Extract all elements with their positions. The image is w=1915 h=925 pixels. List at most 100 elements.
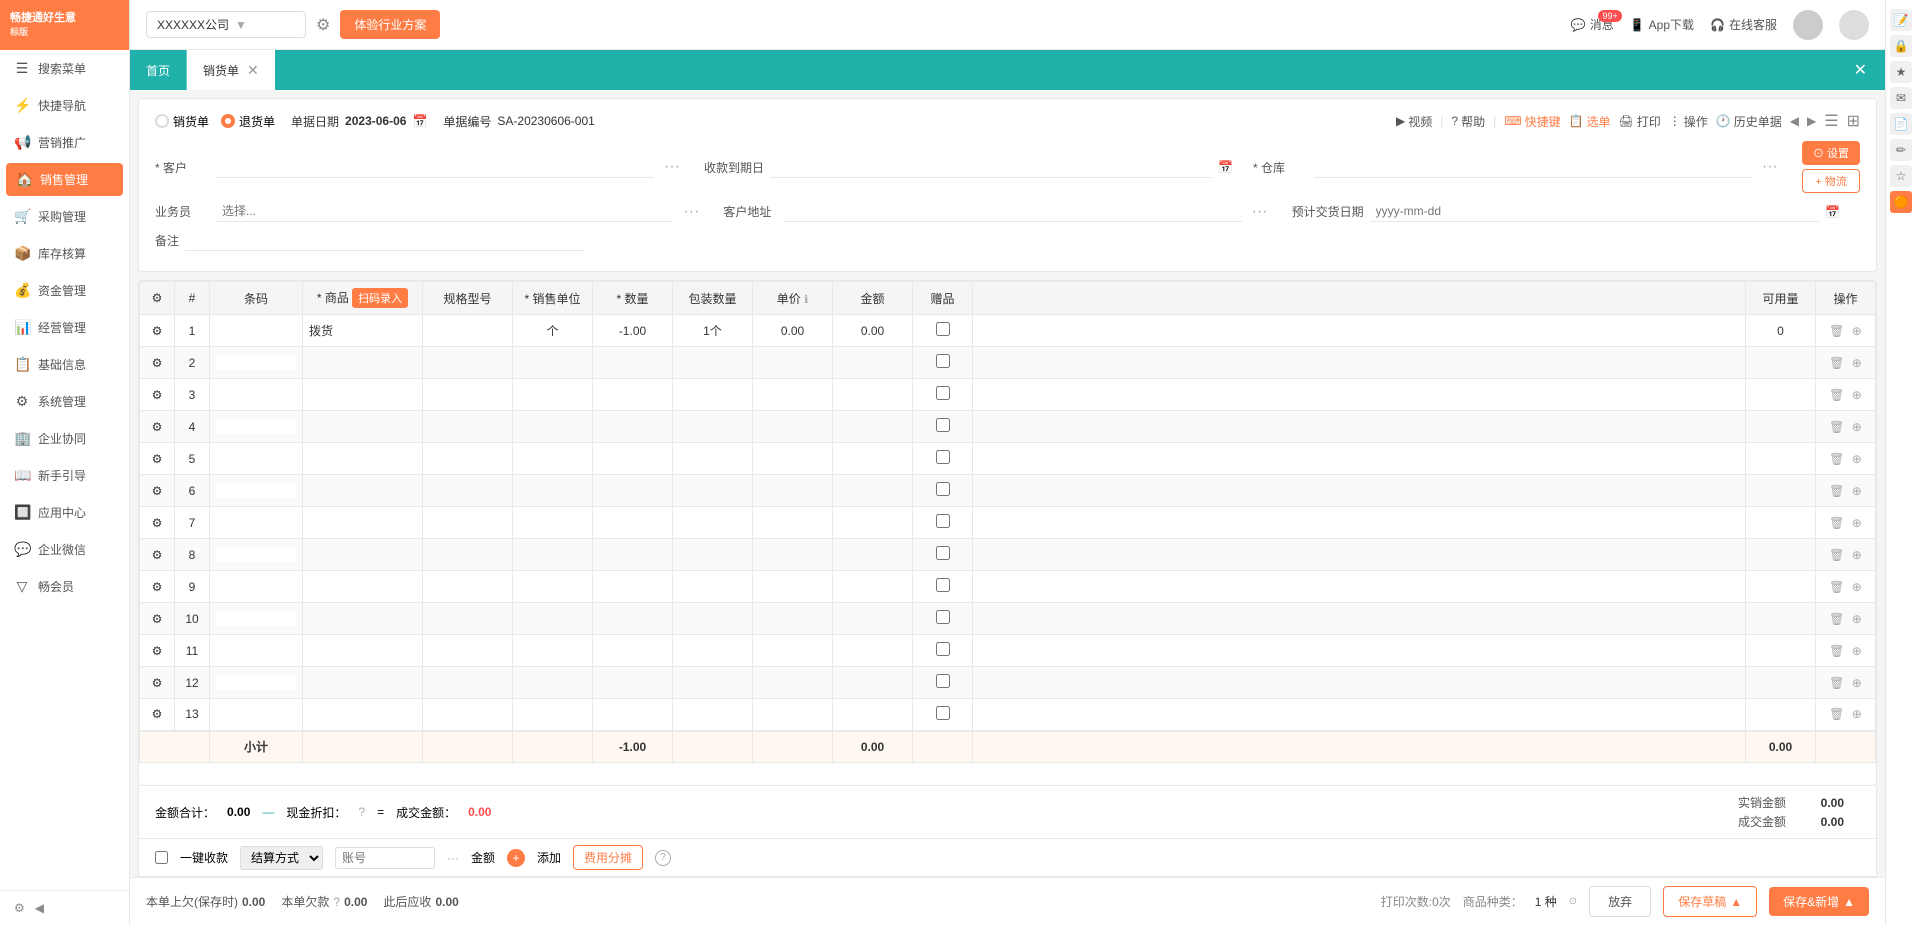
- row-gift-1[interactable]: [913, 315, 973, 347]
- sidebar-item-enterprise[interactable]: 🏢 企业协同: [0, 420, 129, 457]
- copy-icon-8[interactable]: ⊕: [1852, 548, 1862, 562]
- row-gift-4[interactable]: [913, 411, 973, 443]
- row-qty-7[interactable]: [593, 507, 673, 539]
- row-price-7[interactable]: [753, 507, 833, 539]
- row-amount-3[interactable]: [833, 379, 913, 411]
- delete-icon-3[interactable]: 🗑: [1829, 388, 1844, 402]
- row-unit-5[interactable]: [513, 443, 593, 475]
- row-settings-4[interactable]: ⚙: [140, 411, 175, 443]
- row-price-2[interactable]: [753, 347, 833, 379]
- sidebar-item-system[interactable]: ⚙ 系统管理: [0, 383, 129, 420]
- row-barcode-11[interactable]: [210, 635, 303, 667]
- row-gift-9[interactable]: [913, 571, 973, 603]
- row-ops-5[interactable]: 🗑 ⊕: [1816, 443, 1876, 475]
- th-settings[interactable]: ⚙: [140, 282, 175, 315]
- sidebar-item-inventory[interactable]: 📦 库存核算: [0, 235, 129, 272]
- row-unit-7[interactable]: [513, 507, 593, 539]
- radio-return[interactable]: 退货单: [221, 113, 275, 130]
- settings-button[interactable]: ⊙ 设置: [1802, 141, 1860, 165]
- delete-icon-9[interactable]: 🗑: [1829, 580, 1844, 594]
- row-remark-1[interactable]: [973, 315, 1746, 347]
- sidebar-item-finance[interactable]: 💰 资金管理: [0, 272, 129, 309]
- row-remark-7[interactable]: [973, 507, 1746, 539]
- row-spec-9[interactable]: [423, 571, 513, 603]
- row-pkg-9[interactable]: [673, 571, 753, 603]
- row-qty-2[interactable]: [593, 347, 673, 379]
- row-spec-2[interactable]: [423, 347, 513, 379]
- row-barcode-7[interactable]: [210, 507, 303, 539]
- delete-icon-11[interactable]: 🗑: [1829, 644, 1844, 658]
- row-unit-6[interactable]: [513, 475, 593, 507]
- view-grid-icon[interactable]: ⊞: [1847, 111, 1860, 131]
- row-settings-2[interactable]: ⚙: [140, 347, 175, 379]
- sidebar-item-operations[interactable]: 📊 经营管理: [0, 309, 129, 346]
- row-remark-6[interactable]: [973, 475, 1746, 507]
- copy-icon-6[interactable]: ⊕: [1852, 484, 1862, 498]
- row-barcode-10[interactable]: [210, 603, 303, 635]
- row-settings-12[interactable]: ⚙: [140, 667, 175, 699]
- row-goods-3[interactable]: [303, 379, 423, 411]
- row-barcode-1[interactable]: [210, 315, 303, 347]
- row-unit-10[interactable]: [513, 603, 593, 635]
- customer-addr-input[interactable]: [784, 201, 1241, 222]
- row-gift-7[interactable]: [913, 507, 973, 539]
- sidebar-item-purchase[interactable]: 🛒 采购管理: [0, 198, 129, 235]
- row-ops-7[interactable]: 🗑 ⊕: [1816, 507, 1876, 539]
- row-unit-3[interactable]: [513, 379, 593, 411]
- row-qty-8[interactable]: [593, 539, 673, 571]
- row-remark-2[interactable]: [973, 347, 1746, 379]
- row-ops-10[interactable]: 🗑 ⊕: [1816, 603, 1876, 635]
- row-goods-4[interactable]: [303, 411, 423, 443]
- one-click-checkbox[interactable]: [155, 851, 168, 864]
- notes-input[interactable]: [185, 230, 585, 251]
- sidebar-settings-icon[interactable]: ⚙: [14, 901, 25, 915]
- warehouse-input[interactable]: 建材仓: [1314, 157, 1752, 178]
- row-price-12[interactable]: [753, 667, 833, 699]
- tabbar-close-icon[interactable]: ✕: [1846, 60, 1875, 80]
- row-ops-4[interactable]: 🗑 ⊕: [1816, 411, 1876, 443]
- avatar2[interactable]: [1839, 10, 1869, 40]
- row-amount-2[interactable]: [833, 347, 913, 379]
- delete-icon-4[interactable]: 🗑: [1829, 420, 1844, 434]
- row-amount-5[interactable]: [833, 443, 913, 475]
- row-spec-4[interactable]: [423, 411, 513, 443]
- logistics-button[interactable]: + 物流: [1802, 169, 1860, 193]
- copy-icon-7[interactable]: ⊕: [1852, 516, 1862, 530]
- message-button[interactable]: 💬 消息 99+: [1571, 16, 1614, 33]
- row-unit-12[interactable]: [513, 667, 593, 699]
- row-unit-13[interactable]: [513, 699, 593, 731]
- row-settings-7[interactable]: ⚙: [140, 507, 175, 539]
- nav-prev-icon[interactable]: ◀: [1790, 114, 1799, 128]
- account-input[interactable]: [335, 847, 435, 869]
- row-barcode-8[interactable]: [210, 539, 303, 571]
- ops-btn[interactable]: ⋮ 操作: [1669, 113, 1708, 130]
- row-pkg-5[interactable]: [673, 443, 753, 475]
- row-pkg-13[interactable]: [673, 699, 753, 731]
- panel-btn-3[interactable]: ★: [1890, 61, 1912, 83]
- row-spec-11[interactable]: [423, 635, 513, 667]
- row-spec-6[interactable]: [423, 475, 513, 507]
- row-settings-1[interactable]: ⚙: [140, 315, 175, 347]
- row-qty-13[interactable]: [593, 699, 673, 731]
- sidebar-item-marketing[interactable]: 📢 营销推广: [0, 124, 129, 161]
- row-ops-8[interactable]: 🗑 ⊕: [1816, 539, 1876, 571]
- panel-btn-8[interactable]: 🟠: [1890, 191, 1912, 213]
- copy-icon-10[interactable]: ⊕: [1852, 612, 1862, 626]
- row-unit-2[interactable]: [513, 347, 593, 379]
- copy-icon-9[interactable]: ⊕: [1852, 580, 1862, 594]
- row-price-5[interactable]: [753, 443, 833, 475]
- tab-sales-order[interactable]: 销货单 ✕: [187, 50, 275, 90]
- row-amount-8[interactable]: [833, 539, 913, 571]
- panel-btn-6[interactable]: ✏: [1890, 139, 1912, 161]
- row-gift-12[interactable]: [913, 667, 973, 699]
- salesperson-input[interactable]: [216, 201, 673, 222]
- row-amount-11[interactable]: [833, 635, 913, 667]
- row-spec-3[interactable]: [423, 379, 513, 411]
- row-amount-4[interactable]: [833, 411, 913, 443]
- delete-icon-2[interactable]: 🗑: [1829, 356, 1844, 370]
- row-settings-3[interactable]: ⚙: [140, 379, 175, 411]
- row-ops-9[interactable]: 🗑 ⊕: [1816, 571, 1876, 603]
- row-ops-12[interactable]: 🗑 ⊕: [1816, 667, 1876, 699]
- abandon-button[interactable]: 放弃: [1589, 886, 1651, 917]
- row-remark-10[interactable]: [973, 603, 1746, 635]
